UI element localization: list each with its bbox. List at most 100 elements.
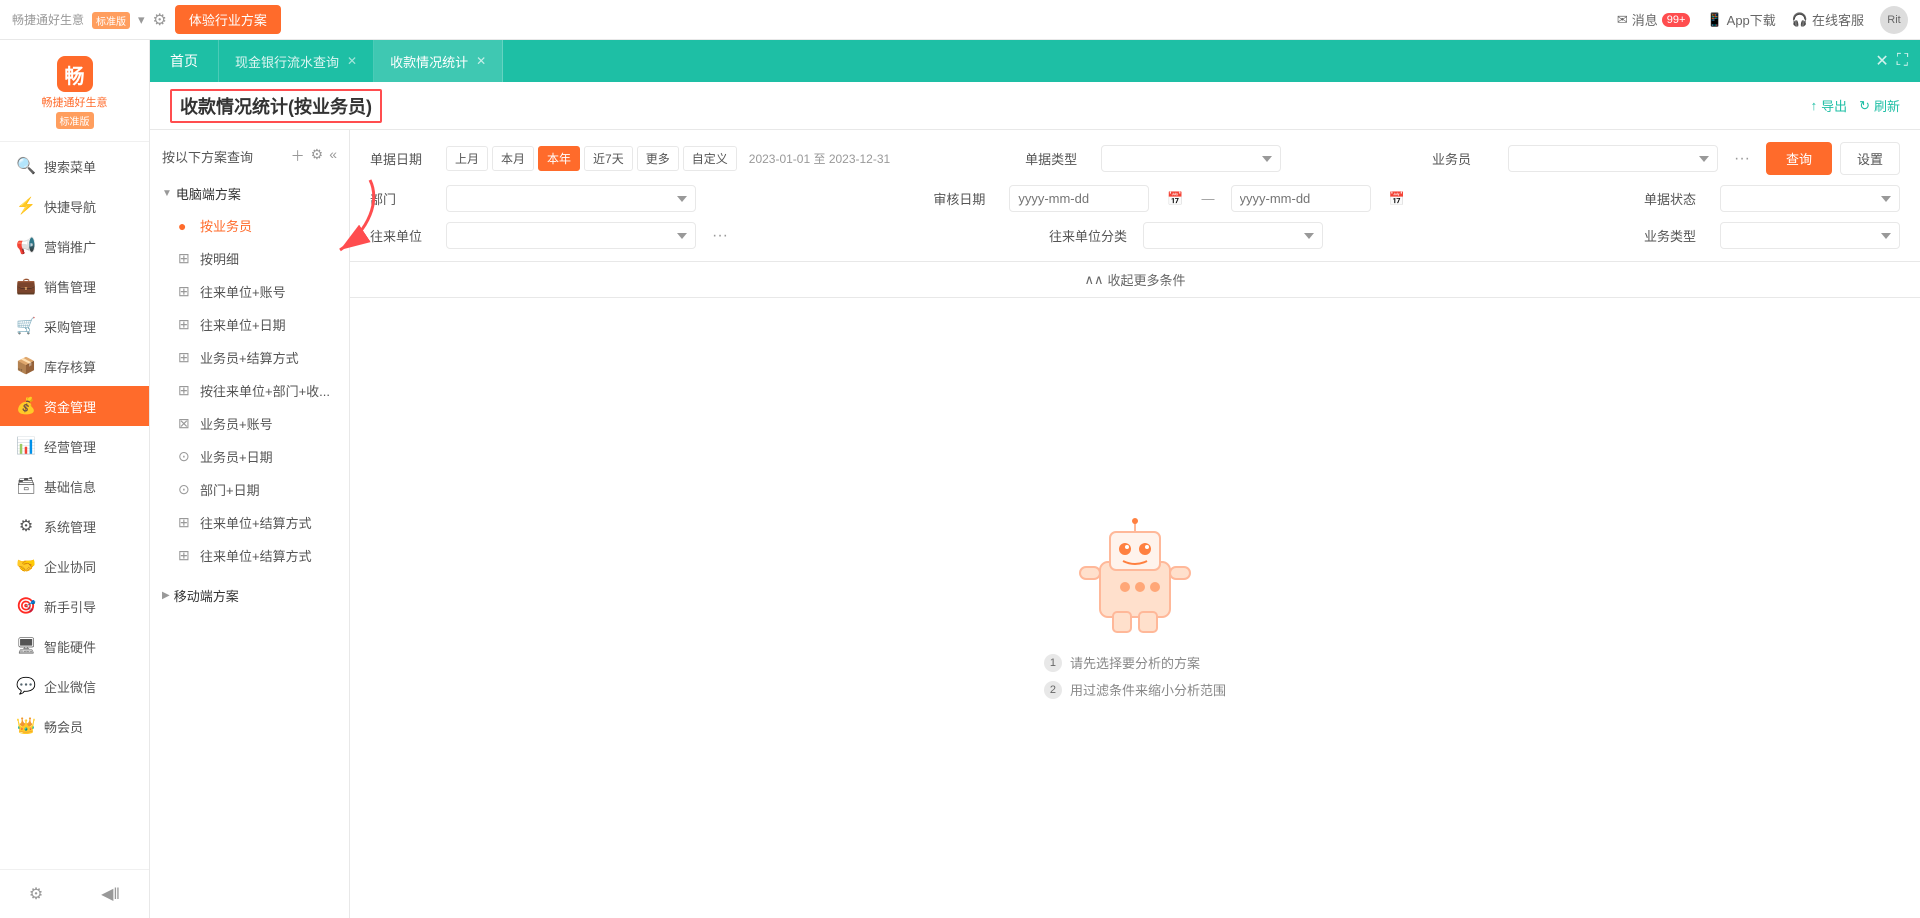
counterpart-category-select[interactable]	[1143, 222, 1323, 249]
sidebar-item-guide[interactable]: 🎯 新手引导	[0, 586, 149, 626]
scheme-label-detail: 按明细	[200, 249, 239, 268]
add-scheme-icon[interactable]: ＋	[291, 146, 305, 166]
sidebar-label-shortcut: 快捷导航	[44, 197, 96, 216]
status-select[interactable]	[1720, 185, 1900, 212]
collapse-panel-icon[interactable]: «	[329, 146, 337, 166]
desktop-group-header[interactable]: ▼ 电脑端方案	[150, 178, 349, 209]
dept-select[interactable]	[446, 185, 696, 212]
calendar-from-icon[interactable]: 📅	[1167, 191, 1183, 207]
sidebar-item-shortcut[interactable]: ⚡ 快捷导航	[0, 186, 149, 226]
robot-svg	[1075, 517, 1195, 637]
tab-bar: 首页 现金银行流水查询 ✕ 收款情况统计 ✕ ✕ ⛶	[150, 40, 1920, 82]
search-icon: 🔍	[16, 156, 36, 176]
date-btn-this-month[interactable]: 本月	[492, 146, 534, 171]
complex-icon: ⊞	[178, 382, 194, 399]
sidebar-item-marketing[interactable]: 📢 营销推广	[0, 226, 149, 266]
date-btn-this-year[interactable]: 本年	[538, 146, 580, 171]
scheme-label-complex: 按往来单位+部门+收...	[200, 381, 330, 400]
close-window-icon[interactable]: ✕	[1875, 51, 1888, 71]
scheme-item-counterpart-account[interactable]: ⊞ 往来单位+账号	[150, 275, 349, 308]
sidebar-item-wechat[interactable]: 💬 企业微信	[0, 666, 149, 706]
settings-button[interactable]: 设置	[1840, 142, 1900, 175]
collapse-bar[interactable]: ∧∧ 收起更多条件	[350, 262, 1920, 298]
scheme-item-salesperson-settlement[interactable]: ⊞ 业务员+结算方式	[150, 341, 349, 374]
mobile-group-header[interactable]: ▶ 移动端方案	[150, 580, 349, 611]
date-btn-custom[interactable]: 自定义	[683, 146, 737, 171]
sidebar-item-collab[interactable]: 🤝 企业协同	[0, 546, 149, 586]
tab-home[interactable]: 首页	[150, 40, 219, 82]
audit-date-to[interactable]	[1231, 185, 1371, 212]
scheme-item-detail[interactable]: ⊞ 按明细	[150, 242, 349, 275]
sidebar-item-finance[interactable]: 💰 资金管理	[0, 386, 149, 426]
scheme-item-complex[interactable]: ⊞ 按往来单位+部门+收...	[150, 374, 349, 407]
date-btn-last-month[interactable]: 上月	[446, 146, 488, 171]
sidebar-item-system[interactable]: ⚙ 系统管理	[0, 506, 149, 546]
scheme-item-counterpart-settlement2[interactable]: ⊞ 往来单位+结算方式	[150, 539, 349, 572]
counterpart-select[interactable]	[446, 222, 696, 249]
online-service-item[interactable]: 🎧 在线客服	[1792, 10, 1864, 29]
trial-button[interactable]: 体验行业方案	[175, 5, 281, 34]
sidebar-item-inventory[interactable]: 📦 库存核算	[0, 346, 149, 386]
query-button[interactable]: 查询	[1766, 142, 1832, 175]
empty-tips: 1 请先选择要分析的方案 2 用过滤条件来缩小分析范围	[1044, 653, 1226, 699]
gear-icon[interactable]: ⚙	[153, 10, 167, 30]
scheme-item-counterpart-settlement1[interactable]: ⊞ 往来单位+结算方式	[150, 506, 349, 539]
sidebar-item-member[interactable]: 👑 畅会员	[0, 706, 149, 746]
maximize-icon[interactable]: ⛶	[1897, 52, 1908, 70]
type-select[interactable]	[1101, 145, 1281, 172]
logo-area: 畅 畅捷通好生意 标准版	[0, 48, 149, 142]
sidebar-item-search[interactable]: 🔍 搜索菜单	[0, 146, 149, 186]
date-btn-7days[interactable]: 近7天	[584, 146, 633, 171]
message-item[interactable]: ✉ 消息 99+	[1617, 10, 1691, 29]
settings-bottom-icon[interactable]: ⚙	[23, 878, 49, 910]
sidebar-item-sales[interactable]: 💼 销售管理	[0, 266, 149, 306]
salesperson-more-icon[interactable]: ···	[1734, 150, 1750, 168]
scheme-item-dept-date[interactable]: ⊙ 部门+日期	[150, 473, 349, 506]
calendar-to-icon[interactable]: 📅	[1389, 191, 1405, 207]
scheme-item-salesperson-date[interactable]: ⊙ 业务员+日期	[150, 440, 349, 473]
tab-home-label: 首页	[170, 51, 198, 71]
sidebar-item-purchase[interactable]: 🛒 采购管理	[0, 306, 149, 346]
marketing-icon: 📢	[16, 236, 36, 256]
date-btn-more[interactable]: 更多	[637, 146, 679, 171]
service-icon: 🎧	[1792, 12, 1808, 28]
salesperson-input[interactable]	[1508, 145, 1718, 172]
empty-robot	[1075, 517, 1195, 637]
tip-num-1: 1	[1044, 654, 1062, 672]
tab-bank-query[interactable]: 现金银行流水查询 ✕	[219, 40, 374, 82]
export-button[interactable]: ↑ 导出	[1811, 96, 1848, 115]
audit-date-from[interactable]	[1009, 185, 1149, 212]
scheme-settings-icon[interactable]: ⚙	[311, 146, 324, 166]
tab-receipt-label: 收款情况统计	[390, 52, 468, 71]
sidebar-label-wechat: 企业微信	[44, 677, 96, 696]
tab-receipt-close-icon[interactable]: ✕	[476, 54, 486, 68]
sidebar-item-basic[interactable]: 🗃 基础信息	[0, 466, 149, 506]
filter-row-2: 部门 审核日期 📅 — 📅 单据状态	[370, 185, 1900, 212]
scheme-item-salesperson-account[interactable]: ⊠ 业务员+账号	[150, 407, 349, 440]
top-bar: 畅捷通好生意 标准版 ▾ ⚙ 体验行业方案 ✉ 消息 99+ 📱 App下载 🎧…	[0, 0, 1920, 40]
refresh-button[interactable]: ↻ 刷新	[1859, 96, 1900, 115]
tab-bank-close-icon[interactable]: ✕	[347, 54, 357, 68]
system-icon: ⚙	[16, 516, 36, 536]
purchase-icon: 🛒	[16, 316, 36, 336]
app-download-item[interactable]: 📱 App下载	[1706, 10, 1775, 29]
sidebar-label-system: 系统管理	[44, 517, 96, 536]
right-panel: 单据日期 上月 本月 本年 近7天 更多 自定义 2023-01-01 至 20…	[350, 130, 1920, 918]
empty-state: 1 请先选择要分析的方案 2 用过滤条件来缩小分析范围	[1044, 517, 1226, 699]
export-label: 导出	[1821, 96, 1847, 115]
chevron-down-icon[interactable]: ▾	[138, 12, 145, 28]
tab-receipt-stats[interactable]: 收款情况统计 ✕	[374, 40, 503, 82]
status-label: 单据状态	[1644, 189, 1704, 208]
user-avatar[interactable]: Rit	[1880, 6, 1908, 34]
tip-item-1: 1 请先选择要分析的方案	[1044, 653, 1226, 672]
scheme-label-cs1: 往来单位+结算方式	[200, 513, 312, 532]
scheme-item-by-salesperson[interactable]: ● 按业务员	[150, 209, 349, 242]
business-type-select[interactable]	[1720, 222, 1900, 249]
collapse-sidebar-icon[interactable]: ◀‖	[95, 878, 126, 910]
scheme-item-counterpart-date[interactable]: ⊞ 往来单位+日期	[150, 308, 349, 341]
sidebar-item-hardware[interactable]: 🖥 智能硬件	[0, 626, 149, 666]
desktop-group-label: 电脑端方案	[176, 184, 241, 203]
counterpart-more-icon[interactable]: ···	[712, 227, 728, 245]
filter-row-3: 往来单位 ··· 往来单位分类 业务类型	[370, 222, 1900, 249]
sidebar-item-management[interactable]: 📊 经营管理	[0, 426, 149, 466]
